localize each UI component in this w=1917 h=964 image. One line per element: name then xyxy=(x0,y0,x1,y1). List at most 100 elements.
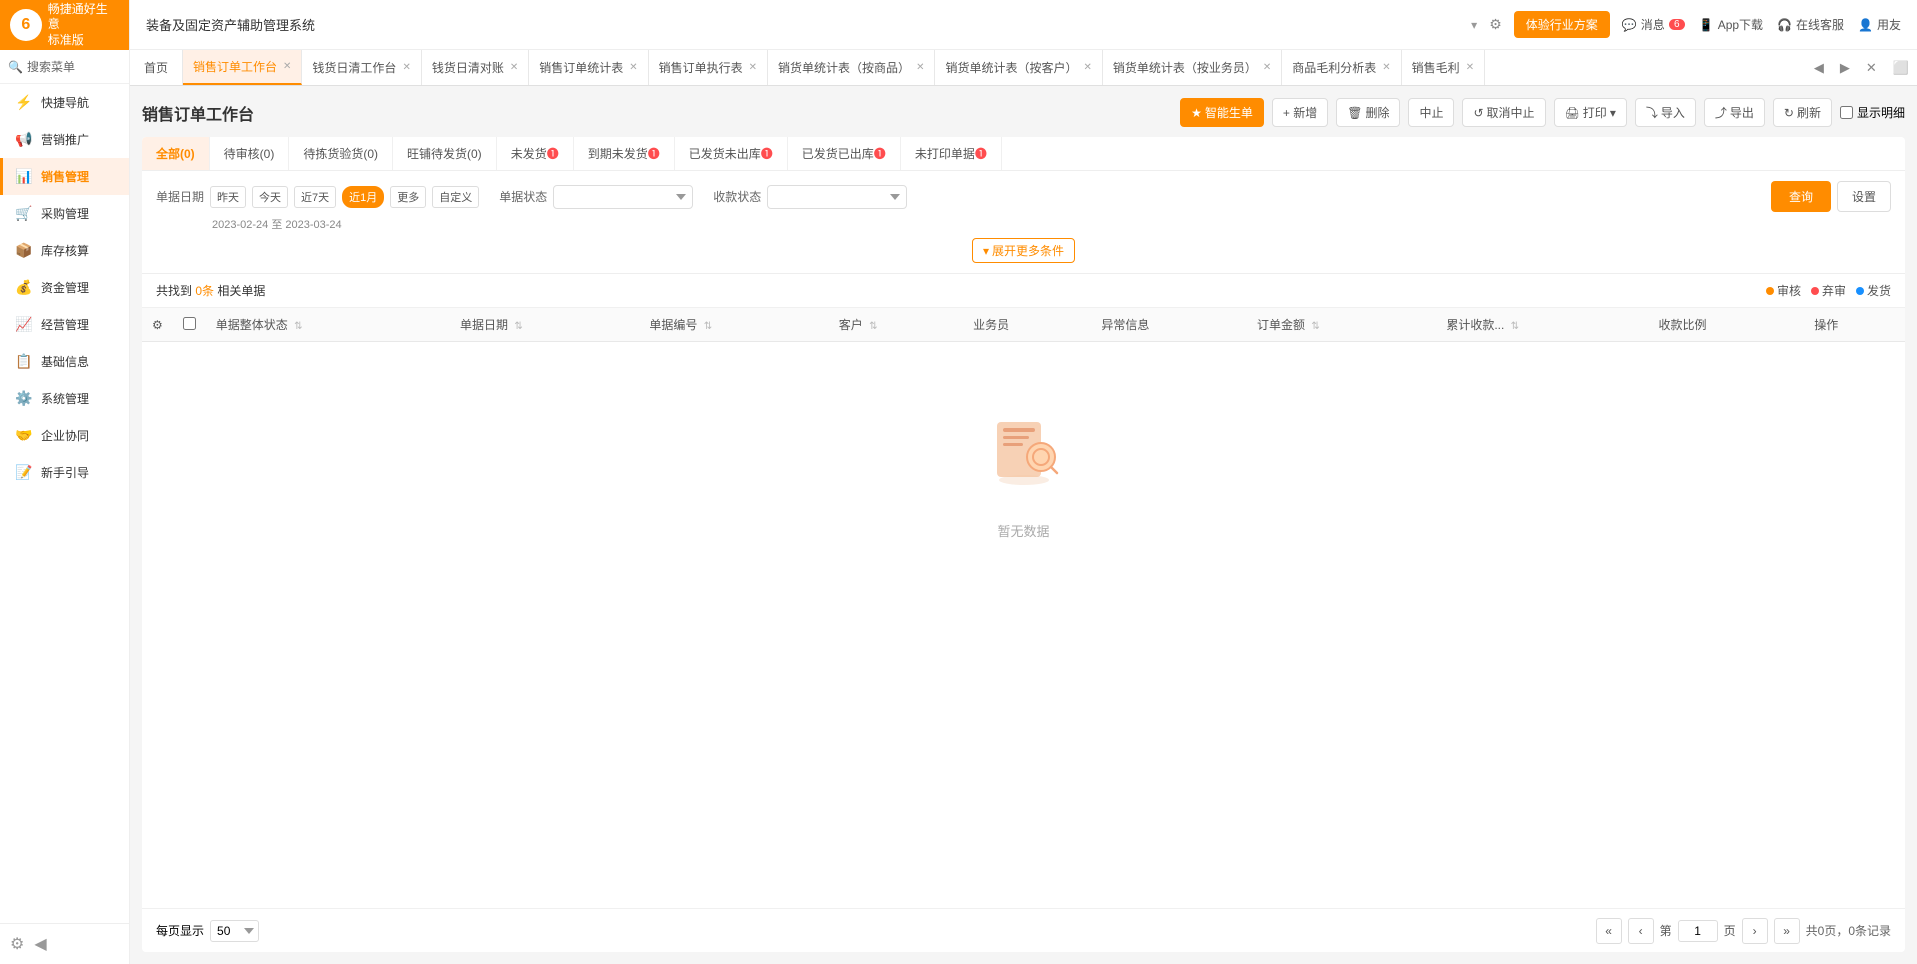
table-toolbar: 共找到 0条 相关单据 审核 弃审 发货 xyxy=(142,274,1905,308)
message-btn[interactable]: 💬 消息 6 xyxy=(1622,16,1685,33)
settings-icon[interactable]: ⚙ xyxy=(1489,16,1502,33)
filter-tab-expired[interactable]: 到期未发货❶ xyxy=(574,137,675,170)
tab-close-cash-daily[interactable]: ✕ xyxy=(402,62,410,73)
tab-close-stats-staff[interactable]: ✕ xyxy=(1263,62,1271,73)
filter-tab-shipped-not-in[interactable]: 已发货未出库❶ xyxy=(675,137,788,170)
sort-amount-icon[interactable]: ⇅ xyxy=(1311,321,1319,332)
app-download-btn[interactable]: 📱 App下载 xyxy=(1699,16,1763,33)
sidebar-item-purchase[interactable]: 🛒 采购管理 xyxy=(0,195,129,232)
show-detail-label[interactable]: 显示明细 xyxy=(1840,104,1905,121)
sidebar-item-guide[interactable]: 📝 新手引导 xyxy=(0,454,129,491)
filter-tab-pending-audit[interactable]: 待审核(0) xyxy=(210,137,290,170)
tab-close-sales-stats[interactable]: ✕ xyxy=(629,62,637,73)
tab-prev-btn[interactable]: ◀ xyxy=(1806,50,1832,85)
filter-tab-all[interactable]: 全部(0) xyxy=(142,137,210,170)
tab-close-sales-order[interactable]: ✕ xyxy=(283,61,291,72)
filter-tab-pending-inspect[interactable]: 待拣货验货(0) xyxy=(289,137,393,170)
tab-close-all-btn[interactable]: ✕ xyxy=(1858,50,1885,85)
sidebar-item-sales[interactable]: 📊 销售管理 xyxy=(0,158,129,195)
import-btn[interactable]: ⤵ 导入 xyxy=(1635,98,1696,127)
tab-gross-margin[interactable]: 商品毛利分析表 ✕ xyxy=(1282,50,1401,85)
sidebar-item-marketing[interactable]: 📢 营销推广 xyxy=(0,121,129,158)
select-all-checkbox[interactable] xyxy=(183,317,196,330)
table-scroll-area[interactable]: ⚙ 单据整体状态 ⇅ 单据日期 ⇅ 单据编号 ⇅ 客户 ⇅ 业务员 异常信息 订 xyxy=(142,308,1905,908)
tab-sales-gross[interactable]: 销售毛利 ✕ xyxy=(1402,50,1485,85)
tab-close-order-exec[interactable]: ✕ xyxy=(749,62,757,73)
tab-close-stats-product[interactable]: ✕ xyxy=(916,62,924,73)
next-page-btn[interactable]: › xyxy=(1742,918,1768,944)
add-btn[interactable]: + 新增 xyxy=(1272,98,1328,127)
filter-tab-wangpu[interactable]: 旺铺待发货(0) xyxy=(393,137,497,170)
config-icon[interactable]: ⚙ xyxy=(152,318,163,332)
filter-settings-btn[interactable]: 设置 xyxy=(1837,181,1891,212)
collection-select[interactable] xyxy=(767,185,907,209)
sidebar-search[interactable]: 🔍 搜索菜单 xyxy=(0,50,129,84)
filter-tab-shipped-out[interactable]: 已发货已出库❶ xyxy=(788,137,901,170)
sidebar-item-operations[interactable]: 📈 经营管理 xyxy=(0,306,129,343)
cancel-audit-quick-btn[interactable]: 弃审 xyxy=(1811,282,1846,299)
date-custom-btn[interactable]: 自定义 xyxy=(432,186,479,208)
sort-cumulative-icon[interactable]: ⇅ xyxy=(1511,321,1519,332)
delete-btn[interactable]: 🗑 删除 xyxy=(1336,98,1400,127)
export-btn[interactable]: ⤴ 导出 xyxy=(1704,98,1765,127)
audit-quick-btn[interactable]: 审核 xyxy=(1766,282,1801,299)
tab-sales-stats-product[interactable]: 销货单统计表（按商品） ✕ xyxy=(768,50,935,85)
date-more-btn[interactable]: 更多 xyxy=(390,186,426,208)
tab-close-cash-reconcile[interactable]: ✕ xyxy=(510,62,518,73)
col-status: 单据整体状态 ⇅ xyxy=(206,308,450,342)
sort-number-icon[interactable]: ⇅ xyxy=(704,321,712,332)
date-1month-btn[interactable]: 近1月 xyxy=(342,186,384,208)
print-btn[interactable]: 🖨 打印 ▾ xyxy=(1554,98,1627,127)
ship-quick-btn[interactable]: 发货 xyxy=(1856,282,1891,299)
tab-home[interactable]: 首页 xyxy=(130,50,183,85)
filter-tab-not-printed[interactable]: 未打印单据❶ xyxy=(901,137,1002,170)
settings-footer-btn[interactable]: ⚙ xyxy=(10,934,24,954)
tab-close-stats-customer[interactable]: ✕ xyxy=(1083,62,1091,73)
sort-date-icon[interactable]: ⇅ xyxy=(514,321,522,332)
tab-close-sales-gross[interactable]: ✕ xyxy=(1466,62,1474,73)
sidebar-item-basic-info[interactable]: 📋 基础信息 xyxy=(0,343,129,380)
user-menu[interactable]: 👤 用友 xyxy=(1858,16,1901,33)
date-yesterday-btn[interactable]: 昨天 xyxy=(210,186,246,208)
sidebar-item-enterprise[interactable]: 🤝 企业协同 xyxy=(0,417,129,454)
query-btn[interactable]: 查询 xyxy=(1771,181,1831,212)
stop-btn[interactable]: 中止 xyxy=(1408,98,1454,127)
collapse-sidebar-btn[interactable]: ◀ xyxy=(34,934,46,954)
page-content: 销售订单工作台 ★ 智能生单 + 新增 🗑 删除 中止 ↺ 取消中止 🖨 xyxy=(130,86,1917,964)
tab-cash-reconcile[interactable]: 钱货日清对账 ✕ xyxy=(422,50,529,85)
tab-sales-stats-staff[interactable]: 销货单统计表（按业务员） ✕ xyxy=(1103,50,1282,85)
page-size-select[interactable]: 10 20 50 100 xyxy=(210,920,259,942)
sidebar-item-finance[interactable]: 💰 资金管理 xyxy=(0,269,129,306)
smart-create-btn[interactable]: ★ 智能生单 xyxy=(1180,98,1264,127)
date-7days-btn[interactable]: 近7天 xyxy=(294,186,336,208)
show-detail-checkbox[interactable] xyxy=(1840,106,1853,119)
sort-status-icon[interactable]: ⇅ xyxy=(294,321,302,332)
prev-page-btn[interactable]: ‹ xyxy=(1628,918,1654,944)
tab-sales-order-stats[interactable]: 销售订单统计表 ✕ xyxy=(529,50,648,85)
tab-maximize-btn[interactable]: ⬜ xyxy=(1885,50,1917,85)
cancel-stop-btn[interactable]: ↺ 取消中止 xyxy=(1462,98,1545,127)
sidebar-item-system[interactable]: ⚙️ 系统管理 xyxy=(0,380,129,417)
tab-next-btn[interactable]: ▶ xyxy=(1832,50,1858,85)
filter-tab-not-shipped[interactable]: 未发货❶ xyxy=(497,137,574,170)
tab-cash-daily[interactable]: 钱货日清工作台 ✕ xyxy=(302,50,421,85)
refresh-btn[interactable]: ↻ 刷新 xyxy=(1773,98,1832,127)
status-select[interactable] xyxy=(553,185,693,209)
tab-sales-order-exec[interactable]: 销售订单执行表 ✕ xyxy=(649,50,768,85)
date-today-btn[interactable]: 今天 xyxy=(252,186,288,208)
page-number-input[interactable] xyxy=(1678,920,1718,942)
online-service-btn[interactable]: 🎧 在线客服 xyxy=(1777,16,1844,33)
first-page-btn[interactable]: « xyxy=(1596,918,1622,944)
col-checkbox[interactable] xyxy=(173,308,206,342)
audit-dot-icon xyxy=(1766,287,1774,295)
industry-btn[interactable]: 体验行业方案 xyxy=(1514,11,1610,38)
tab-close-gross-margin[interactable]: ✕ xyxy=(1382,62,1390,73)
expand-btn[interactable]: ▾ 展开更多条件 xyxy=(972,238,1075,263)
tab-sales-stats-customer[interactable]: 销货单统计表（按客户） ✕ xyxy=(935,50,1102,85)
tab-sales-order-workbench[interactable]: 销售订单工作台 ✕ xyxy=(183,50,302,85)
sidebar-item-quick-nav[interactable]: ⚡ 快捷导航 xyxy=(0,84,129,121)
col-config[interactable]: ⚙ xyxy=(142,308,173,342)
sort-customer-icon[interactable]: ⇅ xyxy=(869,321,877,332)
last-page-btn[interactable]: » xyxy=(1774,918,1800,944)
sidebar-item-inventory[interactable]: 📦 库存核算 xyxy=(0,232,129,269)
